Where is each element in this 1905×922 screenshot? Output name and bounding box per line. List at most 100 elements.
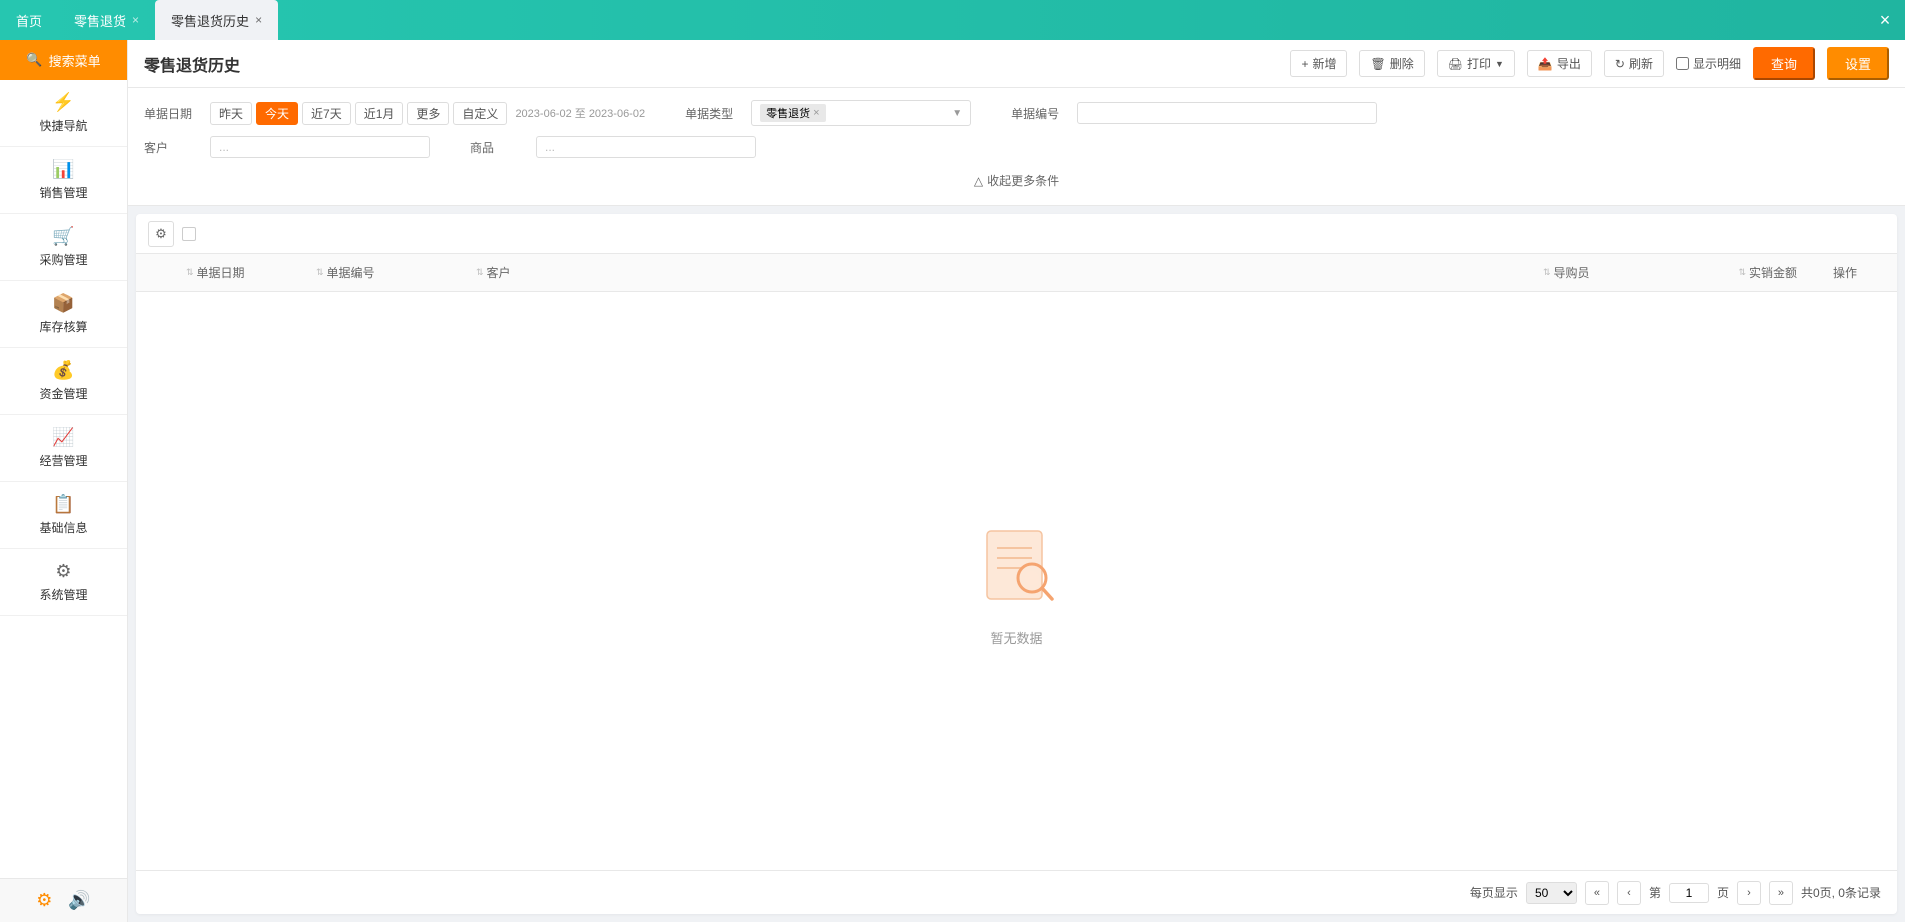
sound-icon[interactable]: 🔊 [68, 890, 90, 911]
tab-retail-return-close[interactable]: × [132, 13, 139, 27]
date-range-display: 2023-06-02 至 2023-06-02 [515, 105, 645, 121]
first-page-button[interactable]: « [1585, 881, 1609, 905]
table-settings-icon-button[interactable]: ⚙ [148, 221, 174, 247]
th-customer[interactable]: ⇅ 客户 [468, 264, 1535, 281]
filter-row-2: 客户 ... 商品 ... [144, 136, 1889, 158]
sidebar-item-purchase-label: 采购管理 [39, 251, 87, 268]
sidebar-item-operations-label: 经营管理 [39, 452, 87, 469]
table-header: ⇅ 单据日期 ⇅ 单据编号 ⇅ 客户 ⇅ 导购员 ⇅ 实销金额 [136, 254, 1897, 292]
date-btn-more[interactable]: 更多 [407, 102, 449, 125]
th-amount[interactable]: ⇅ 实销金额 [1675, 264, 1805, 281]
date-btn-today[interactable]: 今天 [256, 102, 298, 125]
page-header: 零售退货历史 + 新增 🗑 删除 🖨 打印 ▼ 📤 导出 [128, 40, 1905, 88]
new-button[interactable]: + 新增 [1290, 50, 1347, 77]
operations-icon: 📈 [52, 427, 74, 448]
refresh-button[interactable]: ↻ 刷新 [1604, 50, 1664, 77]
tab-retail-return[interactable]: 零售退货 × [58, 0, 155, 40]
window-close-button[interactable]: × [1865, 0, 1905, 40]
sidebar-item-inventory[interactable]: 📦 库存核算 [0, 281, 127, 348]
settings-button[interactable]: 设置 [1827, 47, 1889, 80]
tab-home[interactable]: 首页 [0, 0, 58, 40]
collapse-icon: △ [974, 174, 983, 188]
date-btn-7days[interactable]: 近7天 [302, 102, 351, 125]
date-btn-yesterday[interactable]: 昨天 [210, 102, 252, 125]
delete-icon: 🗑 [1370, 57, 1385, 71]
sidebar-item-purchase-mgmt[interactable]: 🛒 采购管理 [0, 214, 127, 281]
sidebar-item-basic-info[interactable]: 📋 基础信息 [0, 482, 127, 549]
sidebar-item-system-label: 系统管理 [39, 586, 87, 603]
search-menu-button[interactable]: 🔍 搜索菜单 [0, 40, 127, 80]
refresh-label: 刷新 [1629, 55, 1653, 72]
search-icon: 🔍 [26, 52, 42, 68]
first-page-icon: « [1594, 887, 1600, 899]
collapse-row: △ 收起更多条件 [144, 168, 1889, 193]
query-button[interactable]: 查询 [1753, 47, 1815, 80]
th-date[interactable]: ⇅ 单据日期 [178, 264, 308, 281]
date-btn-1month[interactable]: 近1月 [355, 102, 404, 125]
page-size-select[interactable]: 10 20 50 100 [1526, 882, 1577, 904]
goods-placeholder: ... [545, 140, 555, 154]
tab-retail-return-history[interactable]: 零售退货历史 × [155, 0, 278, 40]
last-page-button[interactable]: » [1769, 881, 1793, 905]
sidebar-item-operations[interactable]: 📈 经营管理 [0, 415, 127, 482]
search-menu-label: 搜索菜单 [49, 51, 101, 70]
sidebar-nav: ⚡ 快捷导航 📊 销售管理 🛒 采购管理 📦 库存核算 💰 资金管理 📈 [0, 80, 127, 878]
new-label: 新增 [1312, 55, 1336, 72]
collapse-button[interactable]: △ 收起更多条件 [962, 168, 1071, 193]
doc-type-tag: 零售退货 × [760, 104, 825, 122]
sort-guide-icon: ⇅ [1543, 267, 1551, 278]
customer-label: 客户 [144, 139, 194, 156]
export-icon: 📤 [1538, 57, 1553, 71]
date-1month-label: 近1月 [364, 107, 395, 121]
prev-page-button[interactable]: ‹ [1617, 881, 1641, 905]
doc-num-label: 单据编号 [1011, 105, 1061, 122]
date-more-label: 更多 [416, 107, 440, 121]
tab-retail-return-history-close[interactable]: × [255, 13, 262, 27]
th-action: 操作 [1805, 264, 1885, 281]
doc-type-chevron-icon: ▼ [952, 108, 962, 119]
top-bar: 首页 零售退货 × 零售退货历史 × × [0, 0, 1905, 40]
sidebar-item-quick-nav[interactable]: ⚡ 快捷导航 [0, 80, 127, 147]
table-toolbar: ⚙ [136, 214, 1897, 254]
th-guide[interactable]: ⇅ 导购员 [1535, 264, 1675, 281]
print-button[interactable]: 🖨 打印 ▼ [1437, 50, 1515, 77]
sidebar-item-finance[interactable]: 💰 资金管理 [0, 348, 127, 415]
settings-label: 设置 [1845, 57, 1871, 72]
sidebar-item-sales-label: 销售管理 [39, 184, 87, 201]
page-suffix: 页 [1717, 884, 1729, 901]
sales-icon: 📊 [52, 159, 74, 180]
settings-bottom-icon[interactable]: ⚙ [36, 890, 52, 911]
th-customer-label: 客户 [487, 264, 511, 281]
delete-button[interactable]: 🗑 删除 [1359, 50, 1424, 77]
prev-page-icon: ‹ [1627, 887, 1631, 899]
goods-label: 商品 [470, 139, 520, 156]
show-detail-checkbox[interactable] [1676, 57, 1689, 70]
sidebar-bottom: ⚙ 🔊 [0, 878, 127, 922]
table-container: ⚙ ⇅ 单据日期 ⇅ 单据编号 ⇅ 客户 [136, 214, 1897, 914]
customer-placeholder: ... [219, 140, 229, 154]
date-yesterday-label: 昨天 [219, 107, 243, 121]
date-btn-custom[interactable]: 自定义 [453, 102, 507, 125]
doc-num-input[interactable] [1077, 102, 1377, 124]
main-layout: 🔍 搜索菜单 ⚡ 快捷导航 📊 销售管理 🛒 采购管理 📦 库存核算 💰 [0, 40, 1905, 922]
sort-num-icon: ⇅ [316, 267, 324, 278]
new-icon: + [1301, 57, 1308, 71]
select-all-checkbox[interactable] [182, 227, 196, 241]
sidebar-item-finance-label: 资金管理 [39, 385, 87, 402]
doc-type-tag-close[interactable]: × [813, 107, 819, 119]
purchase-icon: 🛒 [52, 226, 74, 247]
date-filter-label: 单据日期 [144, 105, 194, 122]
th-num[interactable]: ⇅ 单据编号 [308, 264, 468, 281]
next-page-button[interactable]: › [1737, 881, 1761, 905]
empty-text: 暂无数据 [990, 628, 1042, 647]
sidebar-item-sales-mgmt[interactable]: 📊 销售管理 [0, 147, 127, 214]
doc-type-selector[interactable]: 零售退货 × ▼ [751, 100, 971, 126]
sidebar-item-system-mgmt[interactable]: ⚙ 系统管理 [0, 549, 127, 616]
date-filter-group: 昨天 今天 近7天 近1月 更多 自定义 [210, 102, 645, 125]
sort-date-icon: ⇅ [186, 267, 194, 278]
th-guide-label: 导购员 [1554, 264, 1590, 281]
page-number-input[interactable] [1669, 883, 1709, 903]
export-button[interactable]: 📤 导出 [1527, 50, 1592, 77]
header-actions: + 新增 🗑 删除 🖨 打印 ▼ 📤 导出 ↻ 刷 [1290, 47, 1889, 80]
query-label: 查询 [1771, 57, 1797, 72]
